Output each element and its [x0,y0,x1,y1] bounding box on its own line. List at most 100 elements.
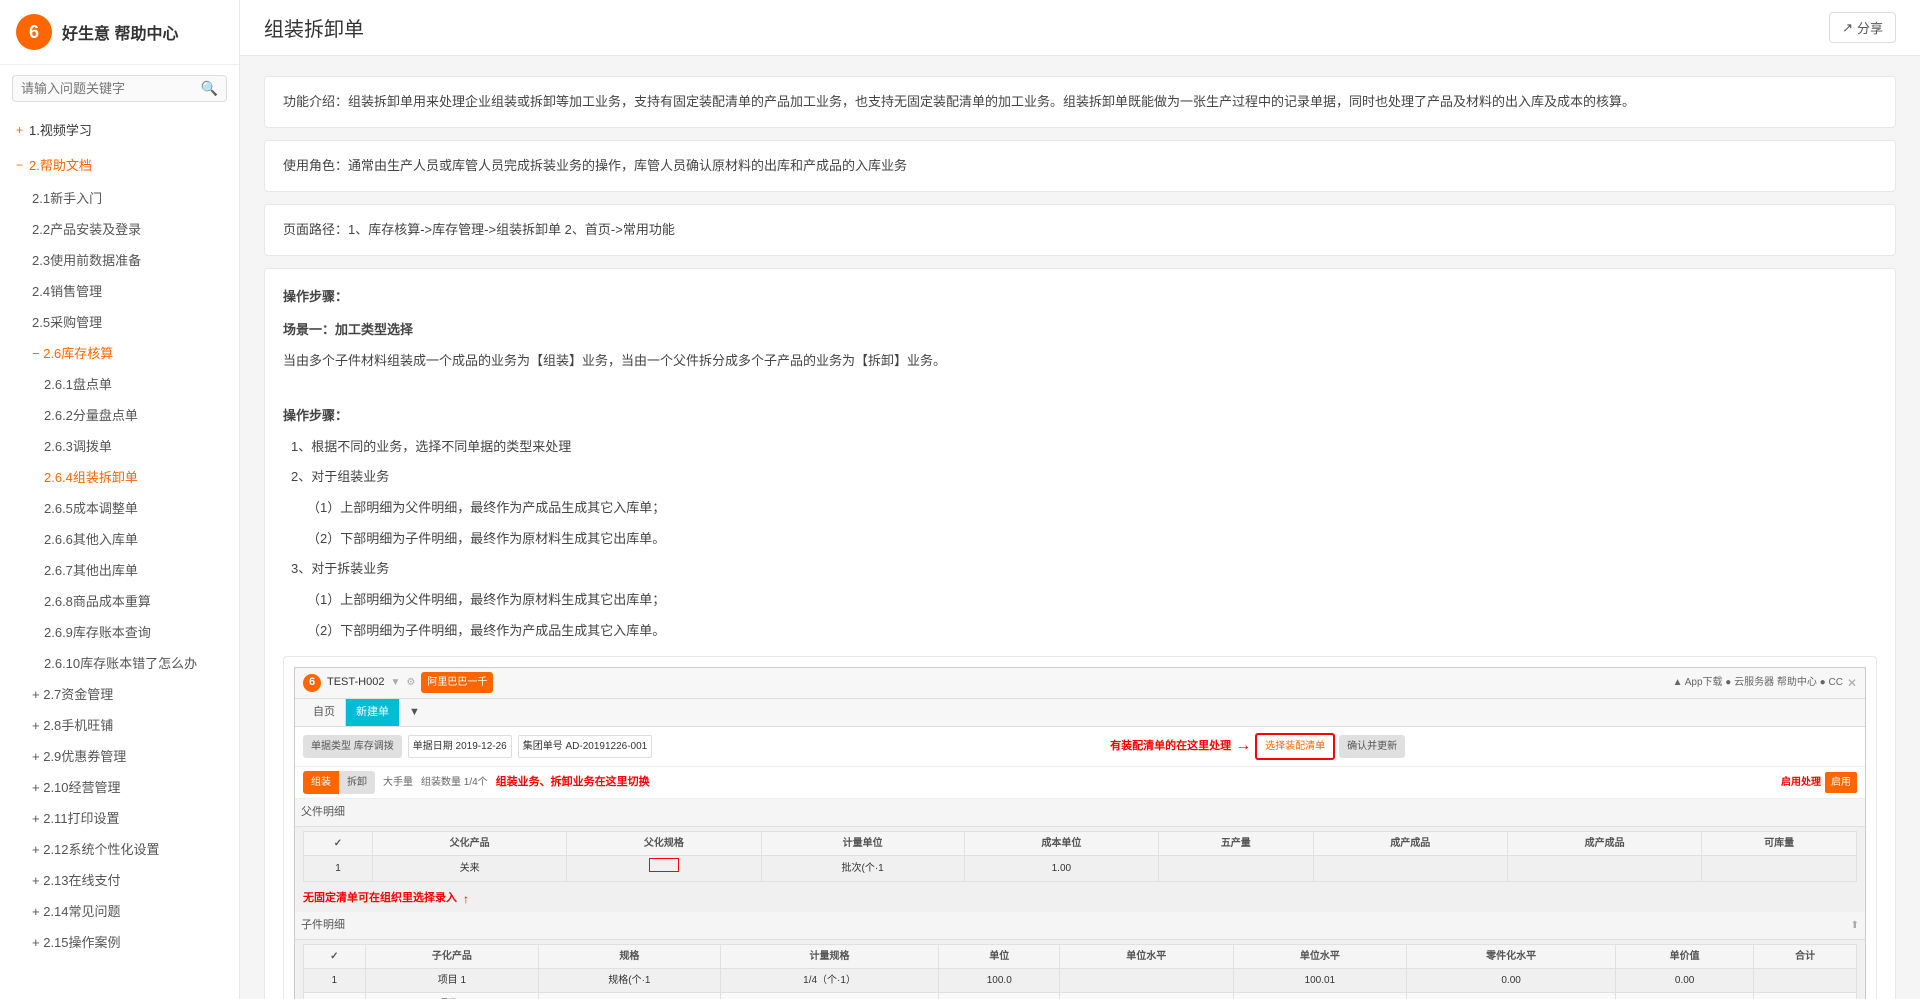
fake-order-input[interactable]: 集团单号 AD-20191226-001 [518,735,653,758]
fake-select-btn[interactable]: 选择装配清单 [1255,733,1335,760]
path-card: 页面路径：1、库存核算->库存管理->组装拆卸单 2、首页->常用功能 [264,204,1896,256]
sidebar-item-faq[interactable]: + 2.14常见问题 [0,895,239,926]
fake-subtoolbar: 组装 拆卸 大手量 组装数量 1/4个 组装业务、拆卸业务在这里切换 启用处理 … [295,767,1865,799]
upper-th-output: 五产量 [1159,831,1314,855]
expand-icon: + [16,123,23,137]
fake-app: 6 TEST-H002 ▼ ⚙ 阿里巴巴一千 ▲ App下载 ● 云服务器 帮助… [294,667,1866,999]
step2-1: （1）上部明细为父件明细，最终作为产成品生成其它入库单； [307,496,1877,521]
fake-toolbar-row: 单据类型 库存调拨 单据日期 2019-12-26 集团单号 AD-201912… [295,727,1865,766]
expand-icon5: + [32,780,40,795]
logo-icon: 6 [16,14,52,50]
sidebar-item-cost-adjust[interactable]: 2.6.5成本调整单 [0,492,239,523]
fake-expand-icon[interactable]: ⬆ [1851,916,1859,935]
fake-dropdown-arrow: ▼ [390,673,400,692]
upper-th-goods: 成产成品 [1313,831,1507,855]
sidebar-item-install[interactable]: 2.2产品安装及登录 [0,213,239,244]
upper-th-unit: 计量单位 [761,831,964,855]
fake-tab-new[interactable]: 新建单 [346,699,399,726]
sidebar-item-adjust[interactable]: 2.6.3调拨单 [0,430,239,461]
fake-confirm-btn[interactable]: 确认并更新 [1339,735,1405,758]
fake-annotation-area: 有装配清单的在这里处理 → 选择装配清单 确认并更新 [658,731,1857,761]
sidebar-item-coupon[interactable]: + 2.9优惠券管理 [0,740,239,771]
lower-table-row-1: 1项目 1规格(个·11/4（个·1）100.0100.010.000.00 [304,969,1857,993]
fake-tabs-row: 自页 新建单 ▼ [295,699,1865,727]
upper-th-spec: 父化规格 [567,831,761,855]
collapse-sub-icon: − [32,346,40,361]
role-card: 使用角色：通常由生产人员或库管人员完成拆装业务的操作，库管人员确认原材料的出库和… [264,140,1896,192]
annotation-text-4: 无固定清单可在组织里选择录入 [303,888,457,909]
nav-section: + 1.视频学习 − 2.帮助文档 2.1新手入门 2.2产品安装及登录 2.3… [0,112,239,961]
expand-icon4: + [32,749,40,764]
sidebar-item-custom[interactable]: + 2.12系统个性化设置 [0,833,239,864]
fake-tab-more[interactable]: ▼ [399,699,430,726]
sidebar-item-print[interactable]: + 2.11打印设置 [0,802,239,833]
sidebar-item-online-pay[interactable]: + 2.13在线支付 [0,864,239,895]
fake-save-btn[interactable]: 单据类型 库存调拨 [303,735,402,758]
fake-enable-btn[interactable]: 启用 [1825,772,1857,793]
sidebar-header: 6 好生意 帮助中心 [0,0,239,65]
annotation-text-2: 组装业务、拆卸业务在这里切换 [496,772,650,793]
sidebar-item-video[interactable]: + 1.视频学习 [0,112,239,147]
sidebar-item-mobile[interactable]: + 2.8手机旺铺 [0,709,239,740]
fake-qty-count: 组装数量 1/4个 [421,773,488,792]
sidebar-item-ledger-error[interactable]: 2.6.10库存账本错了怎么办 [0,647,239,678]
upper-th-check: ✓ [304,831,373,855]
sidebar-item-newcomer[interactable]: 2.1新手入门 [0,182,239,213]
fake-annotation-area2: 组装业务、拆卸业务在这里切换 [496,772,1773,793]
fake-lower-annotation: 无固定清单可在组织里选择录入 ↑ [295,886,1865,913]
expand-icon3: + [32,718,40,733]
fake-tab-home[interactable]: 自页 [303,699,346,726]
sidebar-item-other-in[interactable]: 2.6.6其他入库单 [0,523,239,554]
expand-icon8: + [32,873,40,888]
sidebar-item-cases[interactable]: + 2.15操作案例 [0,926,239,957]
sidebar-item-finance[interactable]: + 2.7资金管理 [0,678,239,709]
share-icon: ↗ [1842,20,1853,36]
upper-th-product: 父化产品 [372,831,566,855]
upper-th-avail: 可库量 [1702,831,1857,855]
content-area: 功能介绍：组装拆卸单用来处理企业组装或拆卸等加工业务，支持有固定装配清单的产品加… [240,56,1920,999]
annotation-text-3: 启用处理 [1781,773,1821,792]
fake-assembly-btn[interactable]: 组装 [303,771,339,794]
steps-title: 操作步骤： [283,285,1877,310]
fake-qty-info: 大手量 [383,773,413,792]
sidebar-item-ops[interactable]: + 2.10经营管理 [0,771,239,802]
search-input[interactable] [21,81,201,96]
fake-upper-table-wrapper: ✓ 父化产品 父化规格 计量单位 成本单位 五产量 成产成品 成产成品 可库量 [295,827,1865,886]
upper-table-row: 1 关来 批次(个·1 1.00 [304,855,1857,881]
step2: 2、对于组装业务 [291,465,1877,490]
expand-icon7: + [32,842,40,857]
sidebar-item-sales[interactable]: 2.4销售管理 [0,275,239,306]
search-box[interactable]: 🔍 [12,75,227,102]
expand-icon2: + [32,687,40,702]
sidebar-item-purchase[interactable]: 2.5采购管理 [0,306,239,337]
fake-date-input[interactable]: 单据日期 2019-12-26 [408,735,512,758]
sidebar-item-check[interactable]: 2.6.1盘点单 [0,368,239,399]
fake-close-icon[interactable]: ✕ [1847,672,1857,695]
sidebar-item-assembly[interactable]: 2.6.4组装拆卸单 [0,461,239,492]
fake-upper-section: 父件明细 [295,799,1865,827]
fake-titlebar: 6 TEST-H002 ▼ ⚙ 阿里巴巴一千 ▲ App下载 ● 云服务器 帮助… [295,668,1865,700]
fake-upper-table: ✓ 父化产品 父化规格 计量单位 成本单位 五产量 成产成品 成产成品 可库量 [303,831,1857,882]
fake-type-select[interactable]: 组装 拆卸 [303,771,375,794]
intro-card: 功能介绍：组装拆卸单用来处理企业组装或拆卸等加工业务，支持有固定装配清单的产品加… [264,76,1896,128]
sidebar-item-cost-calc[interactable]: 2.6.8商品成本重算 [0,585,239,616]
scenario-title: 场景一：加工类型选择 [283,318,1877,343]
sidebar-item-docs[interactable]: − 2.帮助文档 [0,147,239,182]
expand-icon6: + [32,811,40,826]
sidebar-item-data-prep[interactable]: 2.3使用前数据准备 [0,244,239,275]
upper-th-cost: 成本单位 [964,831,1158,855]
scenario-desc: 当由多个子件材料组装成一个成品的业务为【组装】业务，当由一个父件拆分成多个子产品… [283,349,1877,374]
annotation-text-1: 有装配清单的在这里处理 [1110,736,1231,757]
sidebar-item-ledger-query[interactable]: 2.6.9库存账本查询 [0,616,239,647]
fake-prev-btn[interactable]: 阿里巴巴一千 [421,672,493,693]
sidebar-item-other-out[interactable]: 2.6.7其他出库单 [0,554,239,585]
search-icon[interactable]: 🔍 [201,80,218,97]
sidebar-item-inventory[interactable]: − 2.6库存核算 [0,337,239,368]
step1: 1、根据不同的业务，选择不同单据的类型来处理 [291,435,1877,460]
share-button[interactable]: ↗ 分享 [1829,12,1896,43]
annotation-arrow-1: → [1235,731,1251,761]
logo-text: 好生意 帮助中心 [62,20,178,44]
sidebar-item-partial-check[interactable]: 2.6.2分量盘点单 [0,399,239,430]
fake-disassembly-btn[interactable]: 拆卸 [339,771,375,794]
fake-app-name: TEST-H002 [327,672,384,693]
